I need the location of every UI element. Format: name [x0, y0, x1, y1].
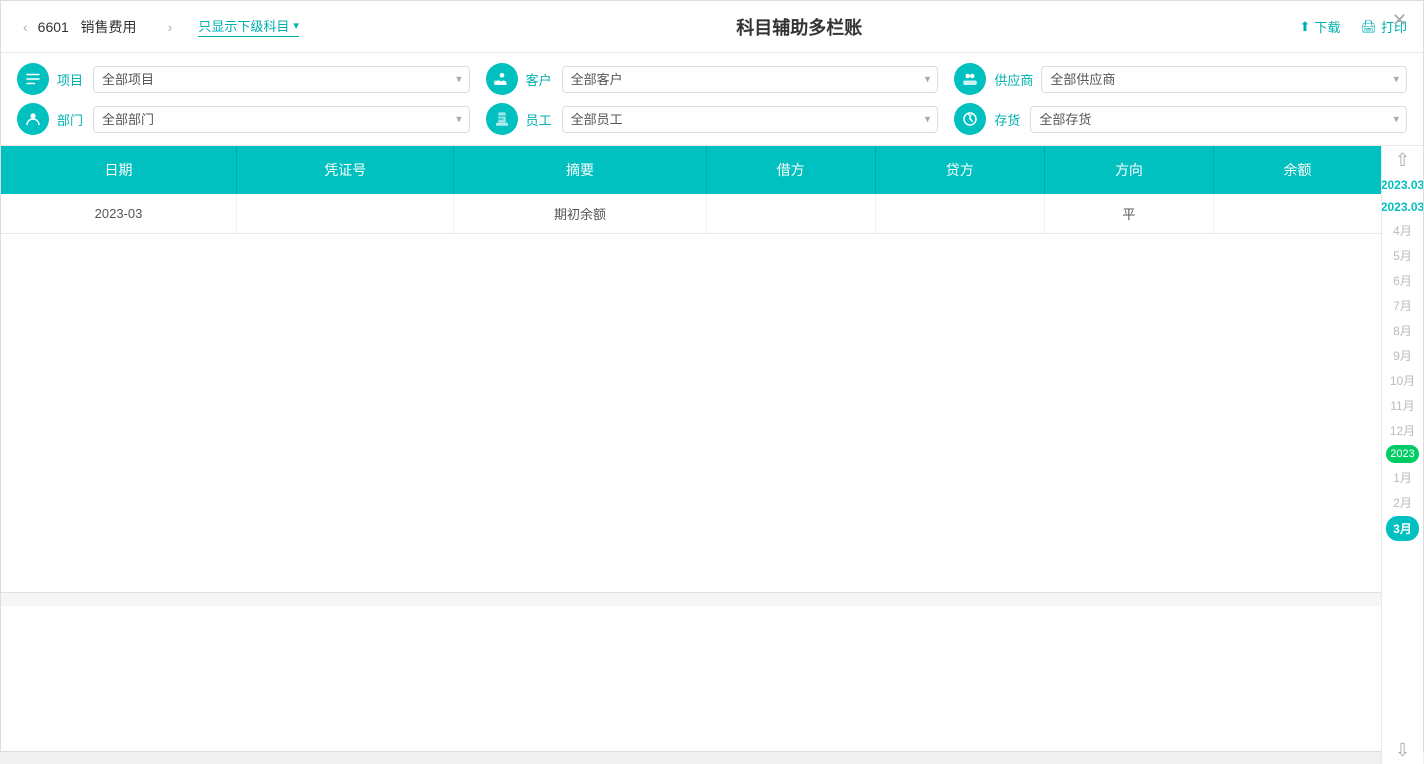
inventory-label: 存货 [994, 110, 1022, 129]
timeline-item-2023-03-top[interactable]: 2023.03 [1382, 174, 1423, 196]
timeline-scroll-down-button[interactable]: ⇩ [1386, 736, 1420, 764]
ledger-table: 日期 凭证号 摘要 借方 贷方 方向 余额 2023-03 期初余额 [1, 146, 1381, 234]
cell-direction: 平 [1044, 194, 1213, 234]
timeline-item-year-2023[interactable]: 2023 [1386, 445, 1419, 463]
cell-voucher [237, 194, 454, 234]
timeline-item-6[interactable]: 6月 [1382, 268, 1423, 293]
customer-label: 客户 [526, 70, 554, 89]
filter-project: 项目 全部项目 ▾ [17, 63, 470, 95]
timeline-item-1[interactable]: 1月 [1382, 465, 1423, 490]
col-summary: 摘要 [454, 146, 706, 194]
timeline-item-11[interactable]: 11月 [1382, 393, 1423, 418]
timeline-scroll-up-button[interactable]: ⇧ [1386, 146, 1420, 174]
supplier-label: 供应商 [994, 70, 1033, 89]
timeline-item-4[interactable]: 4月 [1382, 218, 1423, 243]
cell-date: 2023-03 [1, 194, 237, 234]
employee-select-wrap: 全部员工 ▾ [562, 106, 939, 133]
supplier-icon [954, 63, 986, 95]
cell-balance [1214, 194, 1381, 234]
filter-customer: 客户 全部客户 ▾ [486, 63, 939, 95]
table-wrap[interactable]: 日期 凭证号 摘要 借方 贷方 方向 余额 2023-03 期初余额 [1, 146, 1381, 606]
employee-icon [486, 103, 518, 135]
filter-bar: 项目 全部项目 ▾ 客户 全部客户 ▾ [1, 53, 1423, 146]
col-debit: 借方 [706, 146, 875, 194]
timeline-item-9[interactable]: 9月 [1382, 343, 1423, 368]
timeline-item-5[interactable]: 5月 [1382, 243, 1423, 268]
inventory-select[interactable]: 全部存货 [1030, 106, 1407, 133]
supplier-select-wrap: 全部供应商 ▾ [1041, 66, 1407, 93]
timeline-item-2023-03-2[interactable]: 2023.03 [1382, 196, 1423, 218]
col-date: 日期 [1, 146, 237, 194]
main-window: ‹ 6601 销售费用 › 只显示下级科目 ▾ 科目辅助多栏账 ⬆ 下载 🖨 打… [0, 0, 1424, 752]
timeline-item-3-active[interactable]: 3月 [1386, 516, 1419, 541]
timeline-item-12[interactable]: 12月 [1382, 418, 1423, 443]
filter-supplier: 供应商 全部供应商 ▾ [954, 63, 1407, 95]
top-actions: ⬆ 下载 🖨 打印 [1300, 17, 1407, 36]
nav-prev-button[interactable]: ‹ [17, 17, 34, 37]
col-direction: 方向 [1044, 146, 1213, 194]
print-icon: 🖨 [1360, 19, 1377, 35]
account-title: 6601 销售费用 [38, 17, 158, 37]
show-sub-button[interactable]: 只显示下级科目 ▾ [198, 16, 299, 37]
project-select[interactable]: 全部项目 [93, 66, 470, 93]
timeline-item-10[interactable]: 10月 [1382, 368, 1423, 393]
department-select-wrap: 全部部门 ▾ [93, 106, 470, 133]
supplier-select[interactable]: 全部供应商 [1041, 66, 1407, 93]
timeline-item-2[interactable]: 2月 [1382, 490, 1423, 515]
cell-debit [706, 194, 875, 234]
col-balance: 余额 [1214, 146, 1381, 194]
filter-department: 部门 全部部门 ▾ [17, 103, 470, 135]
close-button[interactable]: ✕ [1392, 11, 1407, 29]
cell-summary: 期初余额 [454, 194, 706, 234]
project-label: 项目 [57, 70, 85, 89]
table-row[interactable]: 2023-03 期初余额 平 [1, 194, 1381, 234]
project-icon [17, 63, 49, 95]
horizontal-scrollbar[interactable] [1, 592, 1381, 606]
cell-credit [875, 194, 1044, 234]
download-button[interactable]: ⬆ 下载 [1300, 17, 1341, 36]
account-code: 6601 [38, 19, 69, 35]
content-area: 日期 凭证号 摘要 借方 贷方 方向 余额 2023-03 期初余额 [1, 146, 1423, 764]
customer-select[interactable]: 全部客户 [562, 66, 939, 93]
inventory-select-wrap: 全部存货 ▾ [1030, 106, 1407, 133]
account-name: 销售费用 [81, 19, 137, 35]
show-sub-label: 只显示下级科目 [198, 16, 289, 35]
department-label: 部门 [57, 110, 85, 129]
right-timeline-panel: ⇧ 2023.03 2023.03 4月 5月 6月 7月 8月 9月 10月 … [1381, 146, 1423, 764]
inventory-icon [954, 103, 986, 135]
employee-select[interactable]: 全部员工 [562, 106, 939, 133]
filter-employee: 员工 全部员工 ▾ [486, 103, 939, 135]
department-select[interactable]: 全部部门 [93, 106, 470, 133]
filter-inventory: 存货 全部存货 ▾ [954, 103, 1407, 135]
timeline-item-7[interactable]: 7月 [1382, 293, 1423, 318]
top-bar: ‹ 6601 销售费用 › 只显示下级科目 ▾ 科目辅助多栏账 ⬆ 下载 🖨 打… [1, 1, 1423, 53]
timeline-items: 2023.03 2023.03 4月 5月 6月 7月 8月 9月 10月 11… [1382, 174, 1423, 736]
col-voucher: 凭证号 [237, 146, 454, 194]
download-label: 下载 [1314, 17, 1340, 36]
employee-label: 员工 [526, 110, 554, 129]
project-select-wrap: 全部项目 ▾ [93, 66, 470, 93]
customer-select-wrap: 全部客户 ▾ [562, 66, 939, 93]
nav-next-button[interactable]: › [162, 17, 179, 37]
col-credit: 贷方 [875, 146, 1044, 194]
download-icon: ⬆ [1300, 19, 1311, 35]
page-title: 科目辅助多栏账 [299, 14, 1300, 40]
timeline-item-8[interactable]: 8月 [1382, 318, 1423, 343]
customer-icon [486, 63, 518, 95]
department-icon [17, 103, 49, 135]
table-header-row: 日期 凭证号 摘要 借方 贷方 方向 余额 [1, 146, 1381, 194]
